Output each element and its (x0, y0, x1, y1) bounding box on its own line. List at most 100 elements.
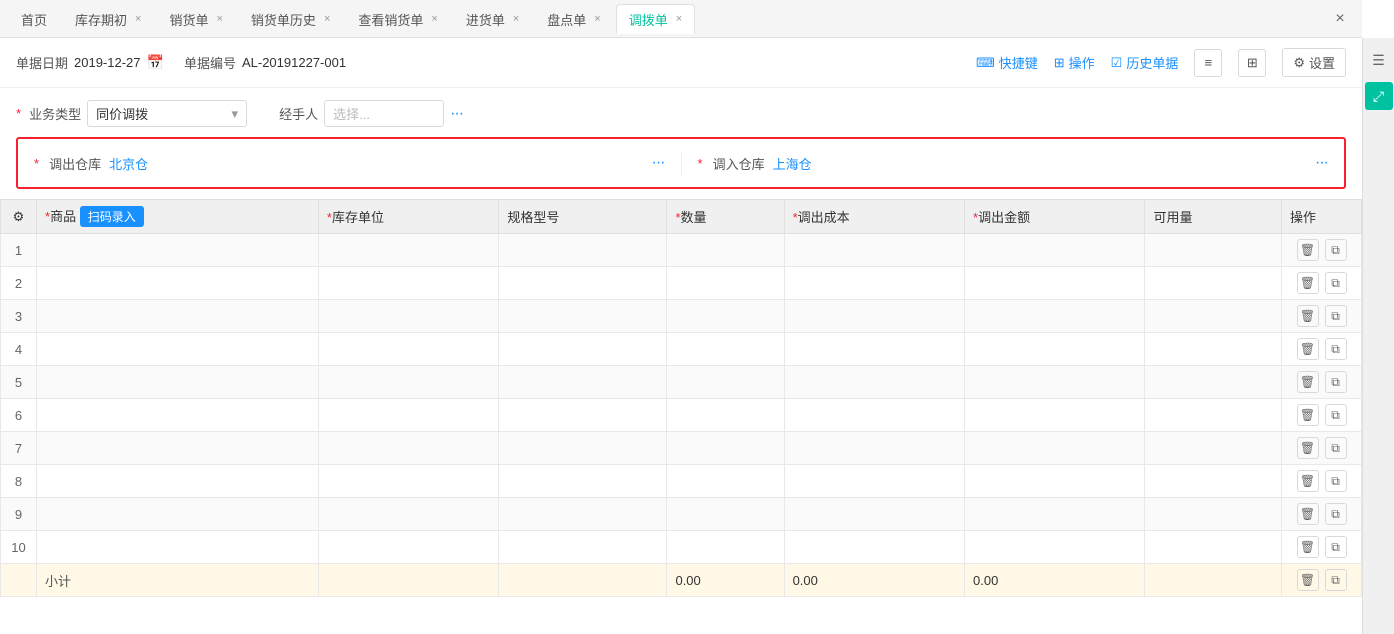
in-warehouse-value[interactable]: 上海仓 (773, 154, 812, 173)
unit-cell[interactable] (318, 498, 498, 531)
spec-cell[interactable] (499, 531, 667, 564)
sidebar-list-icon[interactable]: ☰ (1365, 46, 1393, 74)
delete-icon[interactable]: 🗑 (1297, 272, 1319, 294)
copy-icon[interactable]: ⧉ (1325, 272, 1347, 294)
unit-cell[interactable] (318, 465, 498, 498)
unit-cell[interactable] (318, 399, 498, 432)
product-cell[interactable] (37, 234, 319, 267)
amount-cell[interactable] (965, 432, 1145, 465)
delete-icon[interactable]: 🗑 (1297, 470, 1319, 492)
tab-sales-history[interactable]: 销货单历史 × (238, 4, 343, 34)
settings-button[interactable]: ⚙ 设置 (1282, 48, 1346, 77)
copy-icon[interactable]: ⧉ (1325, 470, 1347, 492)
spec-cell[interactable] (499, 366, 667, 399)
amount-cell[interactable] (965, 333, 1145, 366)
business-type-select[interactable]: 同价调拨 ▾ (87, 100, 247, 127)
delete-icon[interactable]: 🗑 (1297, 338, 1319, 360)
qty-cell[interactable] (667, 531, 784, 564)
qty-cell[interactable] (667, 399, 784, 432)
cost-cell[interactable] (784, 498, 964, 531)
unit-cell[interactable] (318, 300, 498, 333)
scan-button[interactable]: 扫码录入 (80, 206, 144, 227)
product-cell[interactable] (37, 366, 319, 399)
copy-icon[interactable]: ⧉ (1325, 404, 1347, 426)
operation-button[interactable]: ⊞ 操作 (1054, 53, 1095, 72)
copy-icon[interactable]: ⧉ (1325, 536, 1347, 558)
tab-purchase-order[interactable]: 进货单 × (453, 4, 532, 34)
spec-cell[interactable] (499, 234, 667, 267)
product-cell[interactable] (37, 333, 319, 366)
tab-view-sales[interactable]: 查看销货单 × (345, 4, 450, 34)
gear-icon[interactable]: ⚙ (13, 209, 25, 224)
delete-icon[interactable]: 🗑 (1297, 536, 1319, 558)
cost-cell[interactable] (784, 399, 964, 432)
spec-cell[interactable] (499, 399, 667, 432)
product-cell[interactable] (37, 432, 319, 465)
spec-cell[interactable] (499, 465, 667, 498)
unit-cell[interactable] (318, 432, 498, 465)
sidebar-expand-icon[interactable]: ⤢ (1365, 82, 1393, 110)
spec-cell[interactable] (499, 498, 667, 531)
amount-cell[interactable] (965, 498, 1145, 531)
unit-cell[interactable] (318, 234, 498, 267)
out-warehouse-more-icon[interactable]: ··· (652, 154, 665, 172)
spec-cell[interactable] (499, 333, 667, 366)
tab-inventory-init-close[interactable]: × (135, 13, 141, 25)
qty-cell[interactable] (667, 234, 784, 267)
tab-transfer[interactable]: 调拨单 × (616, 4, 695, 34)
tab-sales-order-close[interactable]: × (216, 13, 222, 25)
cost-cell[interactable] (784, 234, 964, 267)
unit-cell[interactable] (318, 366, 498, 399)
spec-cell[interactable] (499, 432, 667, 465)
spec-cell[interactable] (499, 267, 667, 300)
tab-inventory-init[interactable]: 库存期初 × (62, 4, 154, 34)
product-cell[interactable] (37, 531, 319, 564)
qty-cell[interactable] (667, 333, 784, 366)
delete-icon[interactable]: 🗑 (1297, 239, 1319, 261)
person-select[interactable]: 选择... (324, 100, 444, 127)
delete-icon[interactable]: 🗑 (1297, 503, 1319, 525)
qty-cell[interactable] (667, 498, 784, 531)
qty-cell[interactable] (667, 366, 784, 399)
tab-home[interactable]: 首页 (8, 4, 60, 34)
copy-icon[interactable]: ⧉ (1325, 239, 1347, 261)
history-button[interactable]: ☑ 历史单据 (1111, 53, 1179, 72)
tab-purchase-order-close[interactable]: × (513, 13, 519, 25)
product-cell[interactable] (37, 465, 319, 498)
window-close-button[interactable]: × (1326, 5, 1354, 33)
amount-cell[interactable] (965, 399, 1145, 432)
unit-cell[interactable] (318, 267, 498, 300)
cost-cell[interactable] (784, 300, 964, 333)
cost-cell[interactable] (784, 333, 964, 366)
qty-cell[interactable] (667, 300, 784, 333)
product-cell[interactable] (37, 267, 319, 300)
cost-cell[interactable] (784, 267, 964, 300)
th-settings[interactable]: ⚙ (1, 200, 37, 234)
cost-cell[interactable] (784, 531, 964, 564)
delete-icon[interactable]: 🗑 (1297, 305, 1319, 327)
copy-icon[interactable]: ⧉ (1325, 371, 1347, 393)
cost-cell[interactable] (784, 366, 964, 399)
cost-cell[interactable] (784, 465, 964, 498)
tab-sales-history-close[interactable]: × (324, 13, 330, 25)
qty-cell[interactable] (667, 465, 784, 498)
delete-icon[interactable]: 🗑 (1297, 437, 1319, 459)
amount-cell[interactable] (965, 366, 1145, 399)
product-cell[interactable] (37, 498, 319, 531)
spec-cell[interactable] (499, 300, 667, 333)
unit-cell[interactable] (318, 333, 498, 366)
amount-cell[interactable] (965, 300, 1145, 333)
product-cell[interactable] (37, 300, 319, 333)
shortcut-button[interactable]: ⌨ 快捷键 (976, 53, 1038, 72)
delete-icon[interactable]: 🗑 (1297, 569, 1319, 591)
tab-transfer-close[interactable]: × (676, 13, 682, 25)
amount-cell[interactable] (965, 234, 1145, 267)
tab-sales-order[interactable]: 销货单 × (156, 4, 235, 34)
copy-icon[interactable]: ⧉ (1325, 338, 1347, 360)
delete-icon[interactable]: 🗑 (1297, 404, 1319, 426)
layout-list-button[interactable]: ≡ (1194, 49, 1222, 77)
amount-cell[interactable] (965, 267, 1145, 300)
tab-view-sales-close[interactable]: × (431, 13, 437, 25)
copy-icon[interactable]: ⧉ (1325, 503, 1347, 525)
tab-inventory-count[interactable]: 盘点单 × (534, 4, 613, 34)
